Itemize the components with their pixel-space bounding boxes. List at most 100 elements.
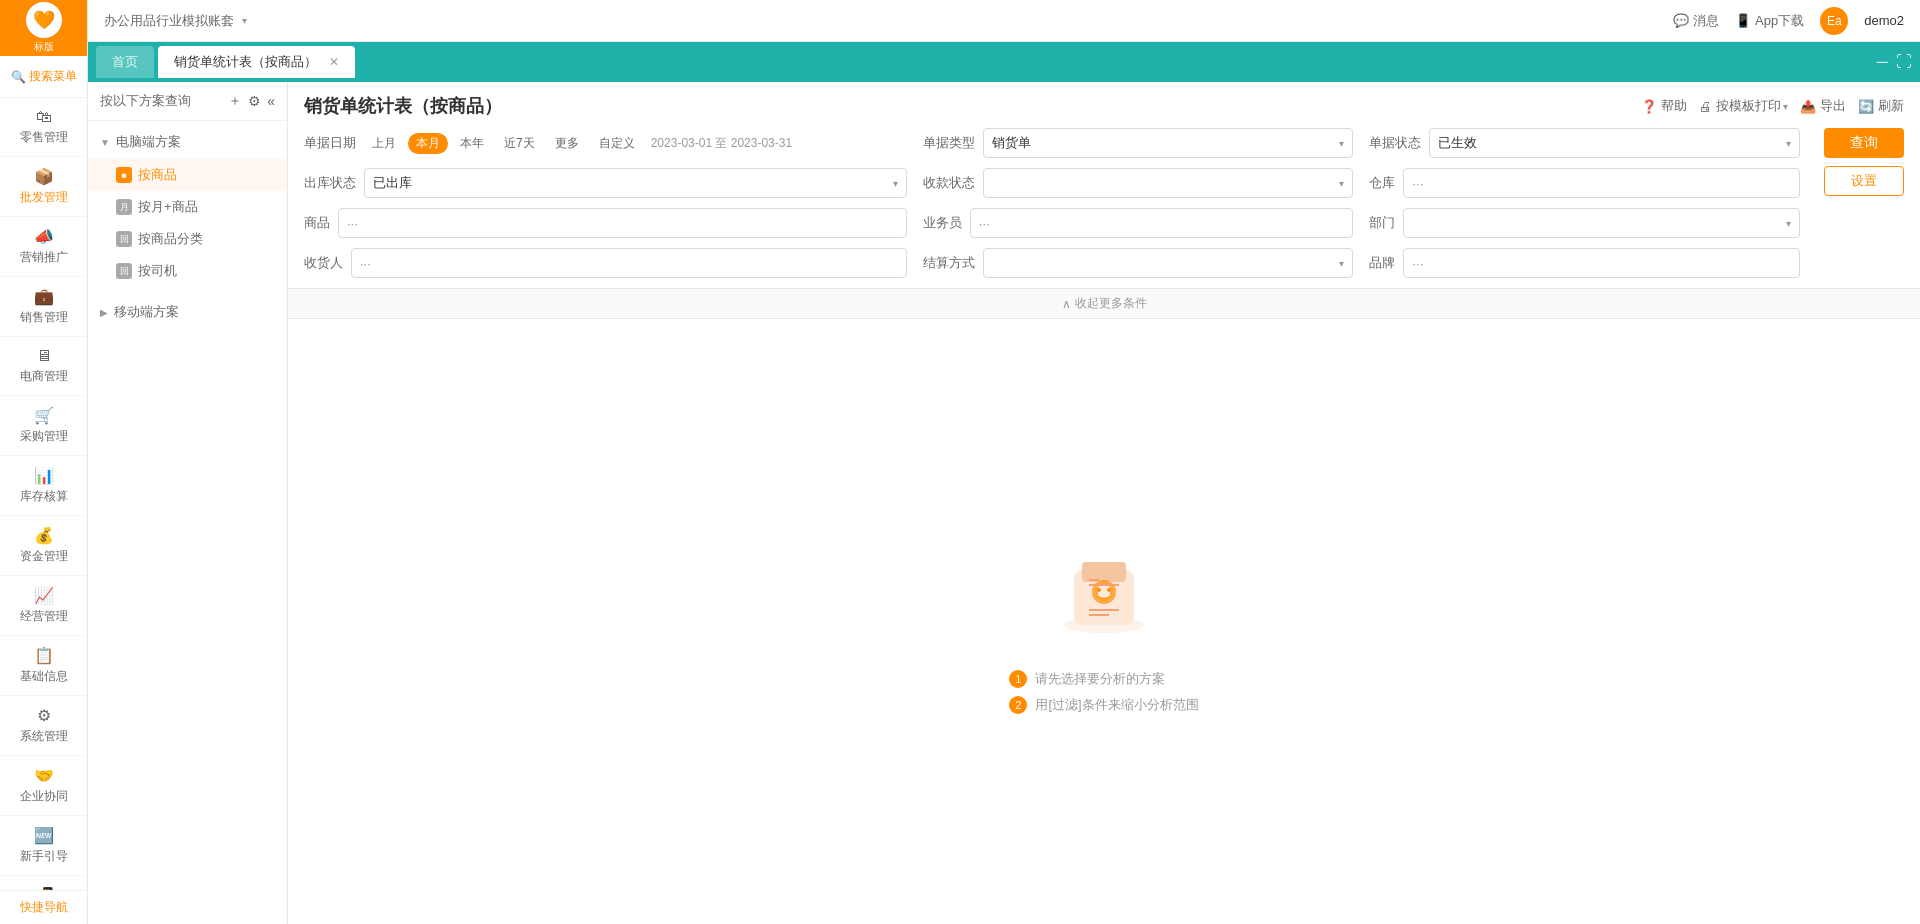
filter-fields: 单据日期 上月 本月 本年 近7天 更多 自定义 20 (304, 128, 1800, 278)
sidebar-item-purchase[interactable]: 🛒采购管理 (0, 396, 87, 456)
config-scheme-button[interactable]: ⚙ (248, 93, 261, 109)
tab-home[interactable]: 首页 (96, 46, 154, 78)
scheme-group-pc[interactable]: ▼ 电脑端方案 (88, 125, 287, 159)
scheme-item-by-month-product[interactable]: 月 按月+商品 (88, 191, 287, 223)
sidebar-item-sales-mgmt[interactable]: 💼销售管理 (0, 277, 87, 337)
empty-illustration (1044, 530, 1164, 650)
shortcut-current-month[interactable]: 本月 (408, 133, 448, 154)
date-filter-item: 单据日期 上月 本月 本年 近7天 更多 自定义 20 (304, 133, 907, 154)
right-panel: 销货单统计表（按商品） ❓ 帮助 🖨 按模板打印 ▾ 📤 (288, 82, 1920, 924)
app-logo[interactable]: 🧡 标版 (0, 0, 87, 56)
sidebar-item-finance[interactable]: 💰资金管理 (0, 516, 87, 576)
sidebar-item-inventory[interactable]: 📊库存核算 (0, 456, 87, 516)
user-avatar[interactable]: Ea (1820, 7, 1848, 35)
payment-status-select[interactable]: ▾ (983, 168, 1354, 198)
shortcut-more[interactable]: 更多 (547, 133, 587, 154)
sidebar-item-marketing[interactable]: 📣营销推广 (0, 217, 87, 277)
tab-minimize-button[interactable]: ─ (1877, 53, 1888, 71)
sidebar-item-wholesale[interactable]: 📦批发管理 (0, 157, 87, 217)
nav-icon-inventory: 📊 (34, 466, 54, 485)
scheme-item-by-category[interactable]: 回 按商品分类 (88, 223, 287, 255)
dept-select[interactable]: ▾ (1403, 208, 1800, 238)
print-dropdown-icon[interactable]: ▾ (1783, 101, 1788, 112)
settings-button[interactable]: 设置 (1824, 166, 1904, 196)
industry-label: 办公用品行业模拟账套 (104, 12, 234, 30)
dept-arrow-icon: ▾ (1786, 218, 1791, 229)
doc-type-select[interactable]: 销货单 ▾ (983, 128, 1354, 158)
brand-filter-item: 品牌 ··· (1369, 248, 1800, 278)
app-download-button[interactable]: 📱 App下载 (1735, 12, 1804, 30)
message-icon: 💬 (1673, 13, 1689, 28)
scheme-group-mobile[interactable]: ▶ 移动端方案 (88, 295, 287, 329)
salesperson-filter-item: 业务员 ··· (923, 208, 1354, 238)
query-button[interactable]: 查询 (1824, 128, 1904, 158)
receiver-input[interactable]: ··· (351, 248, 907, 278)
search-menu-button[interactable]: 🔍 搜索菜单 (6, 64, 81, 89)
sidebar-item-system[interactable]: ⚙系统管理 (0, 696, 87, 756)
refresh-button[interactable]: 🔄 刷新 (1858, 97, 1904, 115)
out-status-value: 已出库 (373, 174, 412, 192)
sidebar-search-area: 🔍 搜索菜单 (0, 56, 87, 98)
shortcut-last-month[interactable]: 上月 (364, 133, 404, 154)
brand-input[interactable]: ··· (1403, 248, 1800, 278)
left-panel: 按以下方案查询 ＋ ⚙ « ▼ 电脑端方案 ● 按商品 月 按月+ (88, 82, 288, 924)
top-header-left: 办公用品行业模拟账套 ▾ (104, 12, 247, 30)
sidebar-item-operations[interactable]: 📈经营管理 (0, 576, 87, 636)
quick-nav-button[interactable]: 快捷导航 (0, 890, 87, 924)
print-button[interactable]: 🖨 按模板打印 (1699, 97, 1781, 115)
empty-steps: 1 请先选择要分析的方案 2 用[过滤]条件来缩小分析范围 (1009, 670, 1198, 714)
help-button[interactable]: ❓ 帮助 (1641, 97, 1687, 115)
scheme-group-mobile-label: 移动端方案 (114, 303, 179, 321)
collapse-arrow-icon: ∧ (1062, 297, 1071, 311)
sidebar-item-basic[interactable]: 📋基础信息 (0, 636, 87, 696)
nav-icon-marketing: 📣 (34, 227, 54, 246)
sidebar-item-app-center[interactable]: 📲应用中心 (0, 876, 87, 890)
svg-point-5 (1097, 588, 1101, 592)
salesperson-input[interactable]: ··· (970, 208, 1354, 238)
collapse-panel-button[interactable]: « (267, 93, 275, 109)
scheme-item-icon-4: 回 (116, 263, 132, 279)
payment-method-filter-item: 结算方式 ▾ (923, 248, 1354, 278)
filter-row-4: 收货人 ··· 结算方式 ▾ (304, 248, 1800, 278)
scheme-item-by-cashier[interactable]: 回 按司机 (88, 255, 287, 287)
tab-sales-stats[interactable]: 销货单统计表（按商品） ✕ (158, 46, 355, 78)
scheme-item-icon-2: 月 (116, 199, 132, 215)
doc-type-arrow-icon: ▾ (1339, 138, 1344, 149)
tab-close-button[interactable]: ✕ (329, 55, 339, 69)
date-range-display: 2023-03-01 至 2023-03-31 (651, 135, 792, 152)
product-input[interactable]: ··· (338, 208, 907, 238)
filter-section: 单据日期 上月 本月 本年 近7天 更多 自定义 20 (288, 118, 1920, 289)
sidebar-item-new-guide[interactable]: 🆕新手引导 (0, 816, 87, 876)
shortcut-last-7-days[interactable]: 近7天 (496, 133, 543, 154)
export-button[interactable]: 📤 导出 (1800, 97, 1846, 115)
out-status-select[interactable]: 已出库 ▾ (364, 168, 907, 198)
doc-type-value: 销货单 (992, 134, 1031, 152)
payment-method-select[interactable]: ▾ (983, 248, 1354, 278)
sidebar-item-retail[interactable]: 🛍零售管理 (0, 98, 87, 157)
scheme-section-mobile: ▶ 移动端方案 (88, 291, 287, 333)
sidebar-item-ecommerce[interactable]: 🖥电商管理 (0, 337, 87, 396)
step-1-num: 1 (1009, 670, 1027, 688)
warehouse-input[interactable]: ··· (1403, 168, 1800, 198)
doc-status-label: 单据状态 (1369, 134, 1421, 152)
scheme-item-by-product[interactable]: ● 按商品 (88, 159, 287, 191)
main-area: 办公用品行业模拟账套 ▾ 💬 消息 📱 App下载 Ea demo2 首页 销货… (88, 0, 1920, 924)
tab-expand-button[interactable]: ⛶ (1896, 53, 1912, 71)
shortcut-custom[interactable]: 自定义 (591, 133, 643, 154)
nav-icon-sales-mgmt: 💼 (34, 287, 54, 306)
tab-bar-actions: ─ ⛶ (1877, 53, 1912, 71)
sidebar-item-enterprise-collab[interactable]: 🤝企业协同 (0, 756, 87, 816)
export-icon: 📤 (1800, 99, 1816, 114)
collapse-filter-bar[interactable]: ∧ 收起更多条件 (288, 289, 1920, 319)
logo-icon: 🧡 (26, 2, 62, 38)
add-scheme-button[interactable]: ＋ (228, 92, 242, 110)
filter-row-3: 商品 ··· 业务员 ··· 部门 (304, 208, 1800, 238)
shortcut-current-year[interactable]: 本年 (452, 133, 492, 154)
sidebar-nav: 🛍零售管理📦批发管理📣营销推广💼销售管理🖥电商管理🛒采购管理📊库存核算💰资金管理… (0, 98, 87, 890)
message-button[interactable]: 💬 消息 (1673, 12, 1719, 30)
doc-status-select[interactable]: 已生效 ▾ (1429, 128, 1800, 158)
doc-status-arrow-icon: ▾ (1786, 138, 1791, 149)
out-status-label: 出库状态 (304, 174, 356, 192)
print-btn-group: 🖨 按模板打印 ▾ (1699, 97, 1788, 115)
left-panel-header: 按以下方案查询 ＋ ⚙ « (88, 82, 287, 121)
